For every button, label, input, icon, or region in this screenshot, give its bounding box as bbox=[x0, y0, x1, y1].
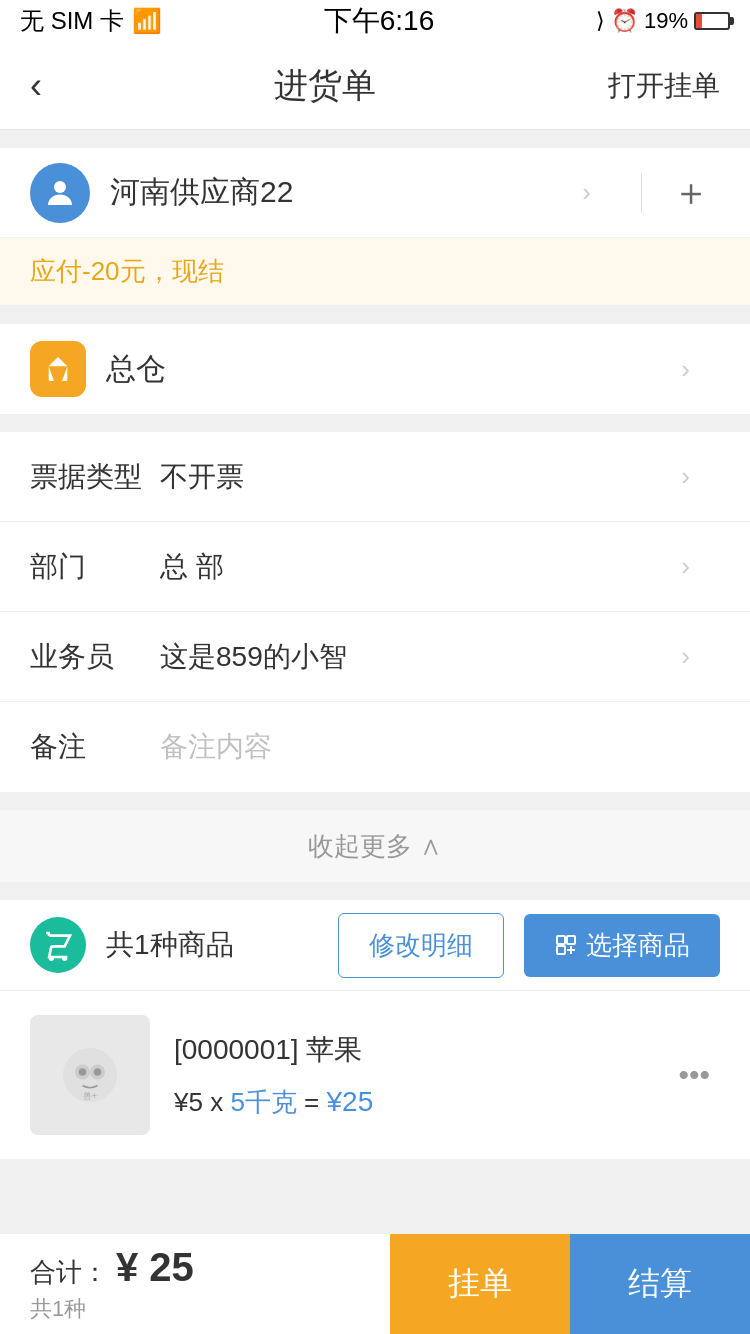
total-count: 共1种 bbox=[30, 1294, 360, 1324]
department-label: 部门 bbox=[30, 548, 160, 586]
remark-row[interactable]: 备注 备注内容 bbox=[0, 702, 750, 792]
product-count: 共1种商品 bbox=[106, 926, 318, 964]
invoice-type-row[interactable]: 票据类型 不开票 › bbox=[0, 432, 750, 522]
warehouse-name: 总仓 bbox=[106, 349, 681, 390]
person-icon bbox=[42, 175, 78, 211]
svg-point-0 bbox=[54, 181, 66, 193]
collapse-label: 收起更多 ∧ bbox=[308, 829, 441, 864]
department-value: 总 部 bbox=[160, 548, 681, 586]
footer-total: 合计： ¥ 25 共1种 bbox=[0, 1245, 390, 1324]
svg-rect-2 bbox=[567, 936, 575, 944]
invoice-type-value: 不开票 bbox=[160, 458, 681, 496]
wifi-icon: 📶 bbox=[132, 7, 162, 35]
svg-point-7 bbox=[79, 1068, 87, 1076]
warehouse-section: 总仓 › bbox=[0, 324, 750, 414]
more-options-button[interactable]: ••• bbox=[668, 1048, 720, 1102]
salesperson-value: 这是859的小智 bbox=[160, 638, 681, 676]
product-price: ¥5 x 5千克 = ¥25 bbox=[174, 1085, 644, 1120]
battery-icon bbox=[694, 12, 730, 30]
chevron-right-icon: › bbox=[681, 461, 690, 492]
invoice-type-label: 票据类型 bbox=[30, 458, 160, 496]
total-amount: ¥ 25 bbox=[116, 1245, 194, 1290]
location-icon: ⟩ bbox=[596, 8, 605, 34]
salesperson-row[interactable]: 业务员 这是859的小智 › bbox=[0, 612, 750, 702]
warehouse-row[interactable]: 总仓 › bbox=[0, 324, 750, 414]
remark-label: 备注 bbox=[30, 728, 160, 766]
form-section: 票据类型 不开票 › 部门 总 部 › 业务员 这是859的小智 › 备注 备注… bbox=[0, 432, 750, 792]
product-header: 共1种商品 修改明细 选择商品 bbox=[0, 900, 750, 990]
chevron-right-icon: › bbox=[582, 177, 591, 208]
status-left: 无 SIM 卡 📶 bbox=[20, 5, 162, 37]
total-line: 合计： ¥ 25 bbox=[30, 1245, 360, 1290]
alarm-icon: ⏰ bbox=[611, 8, 638, 34]
svg-rect-1 bbox=[557, 936, 565, 944]
add-supplier-button[interactable]: ＋ bbox=[662, 157, 720, 228]
carrier-label: 无 SIM 卡 bbox=[20, 5, 124, 37]
svg-text:兽+: 兽+ bbox=[83, 1091, 97, 1101]
status-right: ⟩ ⏰ 19% bbox=[596, 8, 730, 34]
cart-icon bbox=[42, 929, 74, 961]
nav-bar: ‹ 进货单 打开挂单 bbox=[0, 42, 750, 130]
settle-button[interactable]: 结算 bbox=[570, 1234, 750, 1334]
owl-logo: 兽+ bbox=[60, 1045, 120, 1105]
battery-percent: 19% bbox=[644, 8, 688, 34]
collapse-button[interactable]: 收起更多 ∧ bbox=[0, 810, 750, 882]
divider bbox=[641, 173, 642, 213]
supplier-row[interactable]: 河南供应商22 › ＋ bbox=[0, 148, 750, 238]
product-info: [0000001] 苹果 ¥5 x 5千克 = ¥25 bbox=[174, 1031, 644, 1120]
status-time: 下午6:16 bbox=[324, 2, 435, 40]
back-button[interactable]: ‹ bbox=[30, 65, 42, 107]
select-product-label: 选择商品 bbox=[586, 928, 690, 963]
edit-detail-button[interactable]: 修改明细 bbox=[338, 913, 504, 978]
supplier-alert: 应付-20元，现结 bbox=[0, 238, 750, 306]
page-title: 进货单 bbox=[274, 63, 376, 109]
supplier-section: 河南供应商22 › ＋ 应付-20元，现结 bbox=[0, 148, 750, 306]
total-label: 合计： bbox=[30, 1255, 108, 1290]
product-item: 兽+ [0000001] 苹果 ¥5 x 5千克 = ¥25 ••• bbox=[0, 990, 750, 1159]
status-bar: 无 SIM 卡 📶 下午6:16 ⟩ ⏰ 19% bbox=[0, 0, 750, 42]
product-thumbnail: 兽+ bbox=[30, 1015, 150, 1135]
chevron-right-icon: › bbox=[681, 551, 690, 582]
department-row[interactable]: 部门 总 部 › bbox=[0, 522, 750, 612]
select-product-button[interactable]: 选择商品 bbox=[524, 914, 720, 977]
remark-input[interactable]: 备注内容 bbox=[160, 728, 720, 766]
chevron-right-icon: › bbox=[681, 354, 690, 385]
product-icon bbox=[30, 917, 86, 973]
supplier-avatar bbox=[30, 163, 90, 223]
chevron-right-icon: › bbox=[681, 641, 690, 672]
svg-rect-3 bbox=[557, 946, 565, 954]
select-icon bbox=[554, 933, 578, 957]
footer: 合计： ¥ 25 共1种 挂单 结算 bbox=[0, 1234, 750, 1334]
home-icon bbox=[42, 353, 74, 385]
open-pending-button[interactable]: 打开挂单 bbox=[608, 67, 720, 105]
salesperson-label: 业务员 bbox=[30, 638, 160, 676]
supplier-name: 河南供应商22 bbox=[110, 172, 582, 213]
svg-point-8 bbox=[94, 1068, 102, 1076]
pending-button[interactable]: 挂单 bbox=[390, 1234, 570, 1334]
warehouse-icon bbox=[30, 341, 86, 397]
product-name: [0000001] 苹果 bbox=[174, 1031, 644, 1069]
